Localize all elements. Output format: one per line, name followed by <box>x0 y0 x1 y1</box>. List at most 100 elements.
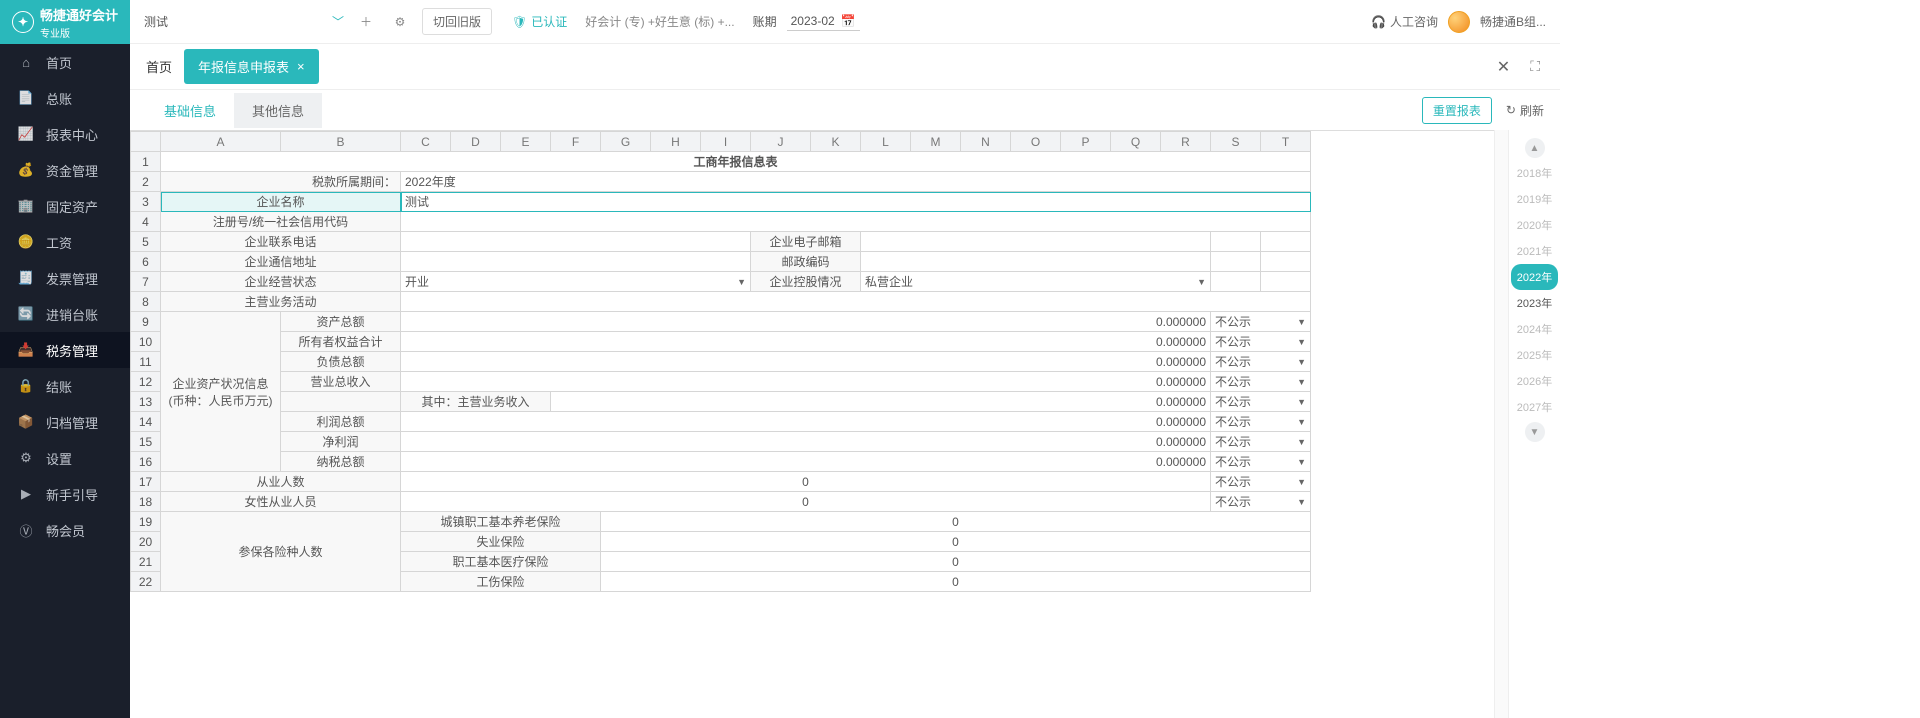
year-2022年[interactable]: 2022年 <box>1511 264 1558 290</box>
subtab-other[interactable]: 其他信息 <box>234 93 322 128</box>
year-2018年[interactable]: 2018年 <box>1511 160 1558 186</box>
cell[interactable] <box>1261 232 1311 252</box>
col-header[interactable]: C <box>401 132 451 152</box>
cell[interactable]: 净利润 <box>281 432 401 452</box>
row-header[interactable]: 20 <box>131 532 161 552</box>
refresh-button[interactable]: ↻ 刷新 <box>1506 102 1544 119</box>
cell[interactable]: 不公示▼ <box>1211 392 1311 412</box>
cell[interactable] <box>281 392 401 412</box>
tab-active[interactable]: 年报信息申报表 × <box>184 49 319 84</box>
gear-icon[interactable]: ⚙ <box>388 10 412 34</box>
row-header[interactable]: 11 <box>131 352 161 372</box>
cell[interactable]: 不公示▼ <box>1211 332 1311 352</box>
cell[interactable]: 0 <box>601 552 1311 572</box>
year-scroll-down[interactable]: ▼ <box>1525 422 1545 442</box>
expand-icon[interactable]: ⛶ <box>1526 54 1544 79</box>
sidebar-item-fixed[interactable]: 🏢固定资产 <box>0 188 130 224</box>
cell[interactable] <box>401 212 1311 232</box>
cell[interactable]: 不公示▼ <box>1211 312 1311 332</box>
cell[interactable] <box>401 292 1311 312</box>
close-icon[interactable]: × <box>297 59 305 74</box>
col-header[interactable]: P <box>1061 132 1111 152</box>
row-header[interactable]: 5 <box>131 232 161 252</box>
cell[interactable]: 不公示▼ <box>1211 352 1311 372</box>
sidebar-item-vip[interactable]: Ⓥ畅会员 <box>0 512 130 548</box>
col-header[interactable]: L <box>861 132 911 152</box>
cell[interactable] <box>401 232 751 252</box>
row-header[interactable]: 14 <box>131 412 161 432</box>
year-2027年[interactable]: 2027年 <box>1511 394 1558 420</box>
cell[interactable]: 邮政编码 <box>751 252 861 272</box>
col-header[interactable]: H <box>651 132 701 152</box>
cell[interactable]: 不公示▼ <box>1211 472 1311 492</box>
row-header[interactable]: 17 <box>131 472 161 492</box>
row-header[interactable]: 19 <box>131 512 161 532</box>
col-header[interactable]: I <box>701 132 751 152</box>
sidebar-item-guide[interactable]: ▶新手引导 <box>0 476 130 512</box>
reset-report-button[interactable]: 重置报表 <box>1422 97 1492 124</box>
cell[interactable]: 从业人数 <box>161 472 401 492</box>
cell[interactable]: 0 <box>601 532 1311 552</box>
cell[interactable]: 企业通信地址 <box>161 252 401 272</box>
col-header[interactable]: B <box>281 132 401 152</box>
cell[interactable]: 纳税总额 <box>281 452 401 472</box>
cell[interactable]: 0 <box>601 572 1311 592</box>
cell[interactable]: 不公示▼ <box>1211 432 1311 452</box>
cell[interactable]: 0 <box>601 512 1311 532</box>
col-header[interactable]: N <box>961 132 1011 152</box>
cell[interactable]: 其中：主营业务收入 <box>401 392 551 412</box>
spreadsheet[interactable]: ABCDEFGHIJKLMNOPQRST1工商年报信息表2税款所属期间：2022… <box>130 130 1494 718</box>
cell[interactable]: 女性从业人员 <box>161 492 401 512</box>
sidebar-item-funds[interactable]: 💰资金管理 <box>0 152 130 188</box>
cell[interactable]: 所有者权益合计 <box>281 332 401 352</box>
cell[interactable]: 资产总额 <box>281 312 401 332</box>
cell[interactable]: 工伤保险 <box>401 572 601 592</box>
row-header[interactable]: 21 <box>131 552 161 572</box>
cell[interactable]: 企业电子邮箱 <box>751 232 861 252</box>
cell[interactable] <box>1211 232 1261 252</box>
cell[interactable]: 不公示▼ <box>1211 372 1311 392</box>
sidebar-item-salary[interactable]: 🪙工资 <box>0 224 130 260</box>
cell[interactable]: 注册号/统一社会信用代码 <box>161 212 401 232</box>
row-header[interactable]: 18 <box>131 492 161 512</box>
sidebar-item-close[interactable]: 🔒结账 <box>0 368 130 404</box>
cell[interactable]: 企业名称 <box>161 192 401 212</box>
sidebar-item-home[interactable]: ⌂首页 <box>0 44 130 80</box>
cell[interactable]: 私营企业▼ <box>861 272 1211 292</box>
col-header[interactable]: T <box>1261 132 1311 152</box>
col-header[interactable]: D <box>451 132 501 152</box>
cell[interactable]: 测试 <box>401 192 1311 212</box>
avatar[interactable] <box>1448 11 1470 33</box>
period-selector[interactable]: 2023-02 📅 <box>787 12 860 31</box>
support-button[interactable]: 🎧 人工咨询 <box>1371 13 1438 30</box>
col-header[interactable]: F <box>551 132 601 152</box>
cell[interactable]: 2022年度 <box>401 172 1311 192</box>
col-header[interactable]: J <box>751 132 811 152</box>
cell[interactable] <box>1261 252 1311 272</box>
company-selector[interactable]: 测试 ﹀ <box>144 8 344 36</box>
col-header[interactable] <box>131 132 161 152</box>
year-2026年[interactable]: 2026年 <box>1511 368 1558 394</box>
cell[interactable]: 参保各险种人数 <box>161 512 401 592</box>
row-header[interactable]: 15 <box>131 432 161 452</box>
year-2023年[interactable]: 2023年 <box>1511 290 1558 316</box>
year-2019年[interactable]: 2019年 <box>1511 186 1558 212</box>
col-header[interactable]: S <box>1211 132 1261 152</box>
tab-home[interactable]: 首页 <box>146 57 172 76</box>
cell[interactable] <box>1211 272 1261 292</box>
cell[interactable]: 0.000000 <box>401 432 1211 452</box>
cell[interactable] <box>861 232 1211 252</box>
row-header[interactable]: 8 <box>131 292 161 312</box>
cell[interactable]: 负债总额 <box>281 352 401 372</box>
cell[interactable]: 企业经营状态 <box>161 272 401 292</box>
cell[interactable] <box>401 252 751 272</box>
cell[interactable]: 企业资产状况信息(币种：人民币万元) <box>161 312 281 472</box>
sidebar-item-settings[interactable]: ⚙设置 <box>0 440 130 476</box>
cell[interactable]: 企业控股情况 <box>751 272 861 292</box>
row-header[interactable]: 4 <box>131 212 161 232</box>
col-header[interactable]: O <box>1011 132 1061 152</box>
col-header[interactable]: K <box>811 132 861 152</box>
cell[interactable]: 0 <box>401 472 1211 492</box>
col-header[interactable]: M <box>911 132 961 152</box>
cell[interactable]: 开业▼ <box>401 272 751 292</box>
